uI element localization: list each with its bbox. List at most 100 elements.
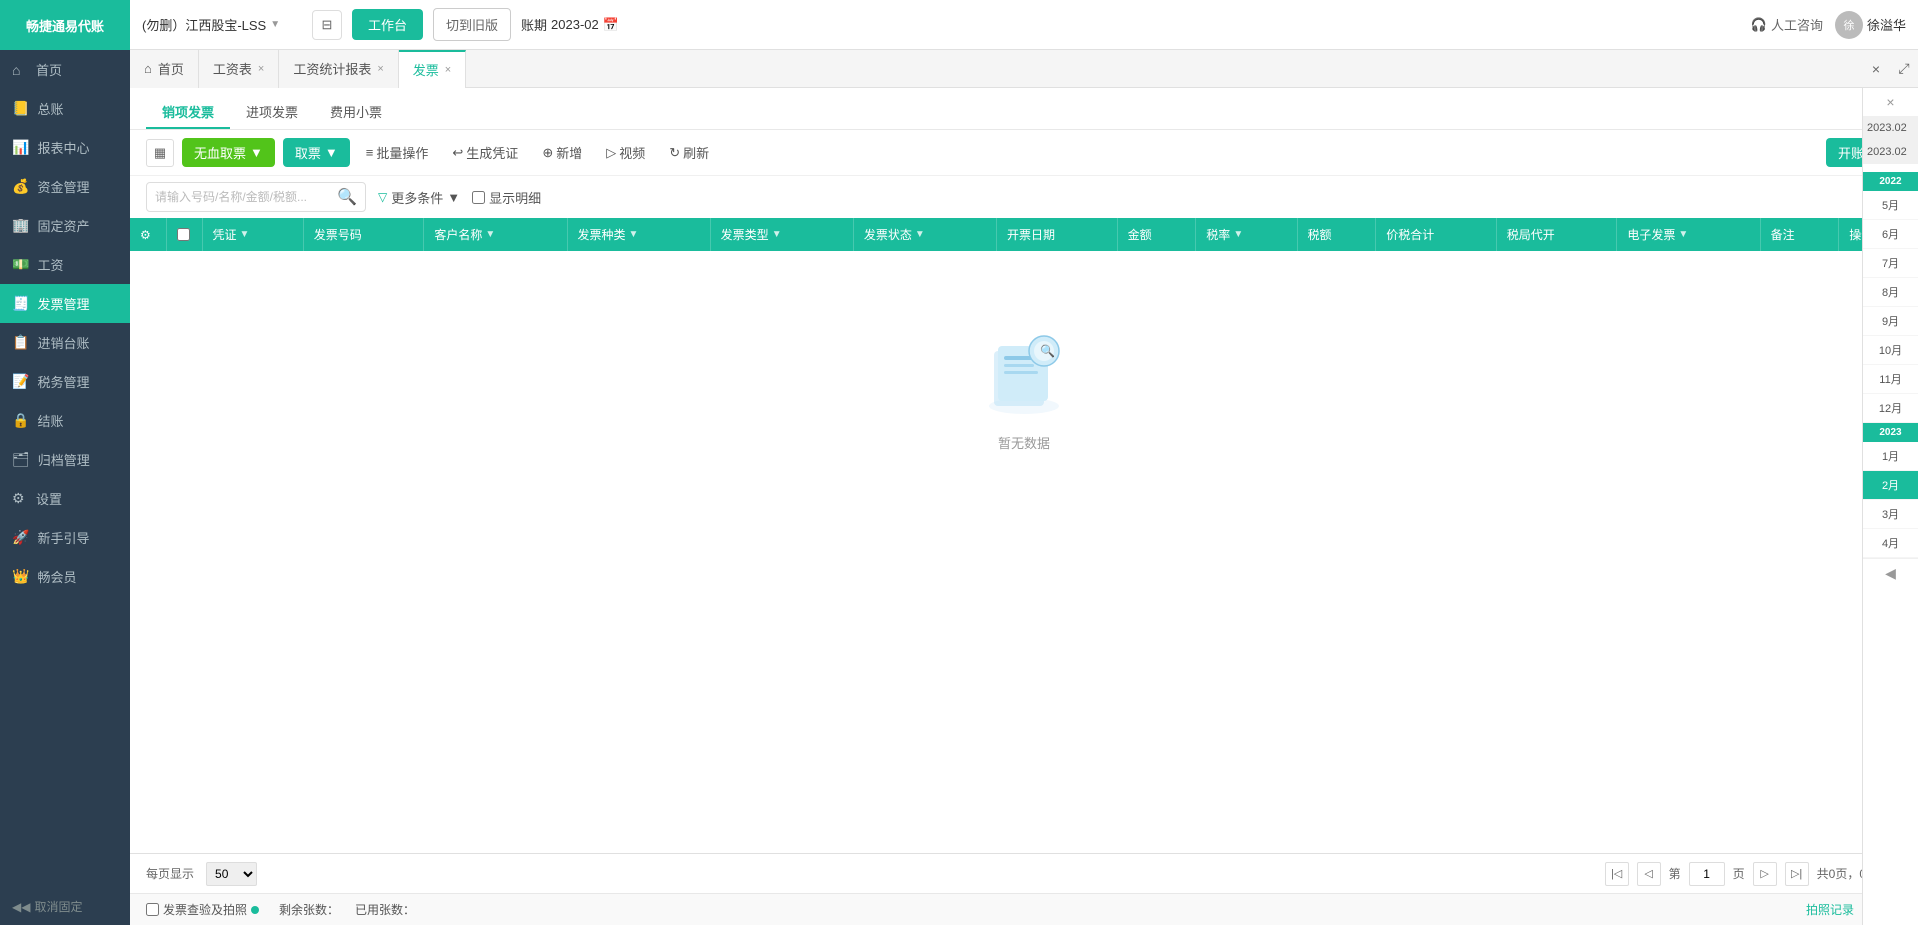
show-detail-checkbox[interactable]: 显示明细	[472, 188, 541, 207]
sidebar-item-settings[interactable]: ⚙ 设置	[0, 479, 130, 518]
sidebar-item-assets[interactable]: 🏢 固定资产	[0, 206, 130, 245]
month-2023-03[interactable]: 3月	[1863, 500, 1918, 529]
new-button[interactable]: ⊕ 新增	[534, 139, 590, 166]
sidebar-item-reports[interactable]: 📊 报表中心	[0, 128, 130, 167]
tab-salary-stats-close-icon[interactable]: ×	[377, 63, 383, 75]
invoice-category-filter-icon[interactable]: ▼	[772, 229, 782, 240]
month-2023-01[interactable]: 1月	[1863, 442, 1918, 471]
check-checkbox[interactable]	[146, 903, 159, 916]
invoice-status-filter-icon[interactable]: ▼	[915, 229, 925, 240]
tab-salary[interactable]: 工资表 ×	[199, 50, 279, 88]
month-2022-06[interactable]: 6月	[1863, 220, 1918, 249]
col-invoice-type[interactable]: 发票种类 ▼	[567, 218, 710, 251]
copy-icon-btn[interactable]: ⊟	[312, 10, 342, 40]
refresh-button[interactable]: ↻ 刷新	[661, 139, 717, 166]
switch-version-button[interactable]: 切到旧版	[433, 8, 511, 41]
show-detail-check[interactable]	[472, 191, 485, 204]
col-settings[interactable]: ⚙	[130, 218, 166, 251]
recharge-link[interactable]: 拍照记录	[1806, 901, 1854, 918]
month-2022-08[interactable]: 8月	[1863, 278, 1918, 307]
customer-filter-icon[interactable]: ▼	[485, 229, 495, 240]
sidebar-item-invoice[interactable]: 🧾 发票管理	[0, 284, 130, 323]
tab-expand-btn[interactable]: ⤢	[1890, 55, 1918, 83]
main-toolbar: ▦ 无血取票 ▼ 取票 ▼ ≡ 批量操作 ↩ 生成凭证	[130, 130, 1918, 176]
sidebar-item-archive[interactable]: 🗂 归档管理	[0, 440, 130, 479]
guide-icon: 🚀	[12, 529, 29, 546]
pagination-bar: 每页显示 50 20 100 |◁ ◁ 第 页 ▷ ▷| 共0页，0条记录	[130, 853, 1918, 893]
gen-voucher-button[interactable]: ↩ 生成凭证	[444, 139, 526, 166]
month-2023-04[interactable]: 4月	[1863, 529, 1918, 558]
col-invoice-category[interactable]: 发票类型 ▼	[710, 218, 853, 251]
select-all-checkbox[interactable]	[177, 228, 190, 241]
sidebar-item-member[interactable]: 👑 畅会员	[0, 557, 130, 596]
sidebar-item-guide[interactable]: 🚀 新手引导	[0, 518, 130, 557]
first-page-btn[interactable]: |◁	[1605, 862, 1629, 886]
month-2022-10[interactable]: 10月	[1863, 336, 1918, 365]
user-menu[interactable]: 徐 徐溢华	[1835, 11, 1906, 39]
tax-rate-filter-icon[interactable]: ▼	[1233, 229, 1243, 240]
tab-invoice[interactable]: 发票 ×	[399, 50, 466, 88]
next-page-btn[interactable]: ▷	[1753, 862, 1777, 886]
more-filters-button[interactable]: ▽ 更多条件 ▼	[378, 188, 460, 207]
page-number-input[interactable]	[1689, 862, 1725, 886]
sidebar-item-home[interactable]: ⌂ 首页	[0, 50, 130, 89]
company-selector[interactable]: (勿删）江西股宝-LSS ▼	[142, 15, 302, 34]
sidebar-item-tax[interactable]: 📝 税务管理	[0, 362, 130, 401]
subtab-expense[interactable]: 费用小票	[314, 96, 398, 129]
table-container: ⚙ 凭证 ▼	[130, 218, 1918, 853]
search-box[interactable]: 🔍	[146, 182, 366, 212]
col-invoice-status[interactable]: 发票状态 ▼	[853, 218, 996, 251]
no-invoice-button[interactable]: 无血取票 ▼	[182, 138, 275, 167]
app-logo: 畅捷通易代账	[0, 0, 130, 50]
col-customer[interactable]: 客户名称 ▼	[424, 218, 567, 251]
sidebar-item-sales[interactable]: 📋 进销台账	[0, 323, 130, 362]
tab-close-btn[interactable]: ×	[1862, 55, 1890, 83]
grid-view-btn[interactable]: ▦	[146, 139, 174, 167]
tab-invoice-close-icon[interactable]: ×	[445, 64, 451, 76]
per-page-select[interactable]: 50 20 100	[206, 862, 257, 886]
month-2022-05[interactable]: 5月	[1863, 191, 1918, 220]
service-button[interactable]: 🎧 人工咨询	[1751, 15, 1823, 34]
month-2022-11[interactable]: 11月	[1863, 365, 1918, 394]
voucher-filter-icon[interactable]: ▼	[240, 229, 250, 240]
sidebar-label-settings: 设置	[36, 489, 62, 508]
month-2022-08-label: 8月	[1882, 287, 1899, 299]
col-voucher[interactable]: 凭证 ▼	[202, 218, 303, 251]
prev-page-btn[interactable]: ◁	[1637, 862, 1661, 886]
get-invoice-button[interactable]: 取票 ▼	[283, 138, 350, 167]
invoice-type-filter-icon[interactable]: ▼	[629, 229, 639, 240]
tab-salary-close-icon[interactable]: ×	[258, 63, 264, 75]
month-2022-07[interactable]: 7月	[1863, 249, 1918, 278]
subtab-sales[interactable]: 销项发票	[146, 96, 230, 129]
month-2022-12[interactable]: 12月	[1863, 394, 1918, 423]
date-panel-expand-btn[interactable]: ◀	[1863, 558, 1918, 588]
month-2022-09[interactable]: 9月	[1863, 307, 1918, 336]
tab-home[interactable]: ⌂ 首页	[130, 50, 199, 88]
sidebar-item-funds[interactable]: 💰 资金管理	[0, 167, 130, 206]
filter-icon: ▽	[378, 190, 387, 204]
search-icon[interactable]: 🔍	[337, 187, 357, 207]
sidebar-item-salary[interactable]: 💵 工资	[0, 245, 130, 284]
check-label[interactable]: 发票查验及拍照	[146, 901, 263, 918]
col-e-invoice[interactable]: 电子发票 ▼	[1617, 218, 1760, 251]
col-tax-rate[interactable]: 税率 ▼	[1196, 218, 1297, 251]
video-button[interactable]: ▷ 视频	[598, 139, 653, 166]
last-page-btn[interactable]: ▷|	[1785, 862, 1809, 886]
e-invoice-filter-icon[interactable]: ▼	[1678, 229, 1688, 240]
date-panel-close-btn[interactable]: ×	[1863, 88, 1918, 116]
check-dot	[251, 906, 259, 914]
col-checkbox[interactable]	[166, 218, 202, 251]
svg-text:🔍: 🔍	[1040, 343, 1055, 358]
sidebar-label-close: 结账	[37, 411, 63, 430]
tab-salary-stats[interactable]: 工资统计报表 ×	[279, 50, 398, 88]
workspace-button[interactable]: 工作台	[352, 9, 423, 40]
month-2023-02[interactable]: 2月	[1863, 471, 1918, 500]
sidebar-item-ledger[interactable]: 📒 总账	[0, 89, 130, 128]
search-input[interactable]	[155, 190, 331, 204]
subtab-purchase[interactable]: 进项发票	[230, 96, 314, 129]
sidebar-item-close[interactable]: 🔒 结账	[0, 401, 130, 440]
collapse-icon: ◀◀	[12, 900, 30, 914]
batch-op-button[interactable]: ≡ 批量操作	[358, 139, 437, 166]
sidebar-collapse[interactable]: ◀◀ 取消固定	[0, 888, 130, 925]
grid-icon: ▦	[154, 145, 166, 161]
